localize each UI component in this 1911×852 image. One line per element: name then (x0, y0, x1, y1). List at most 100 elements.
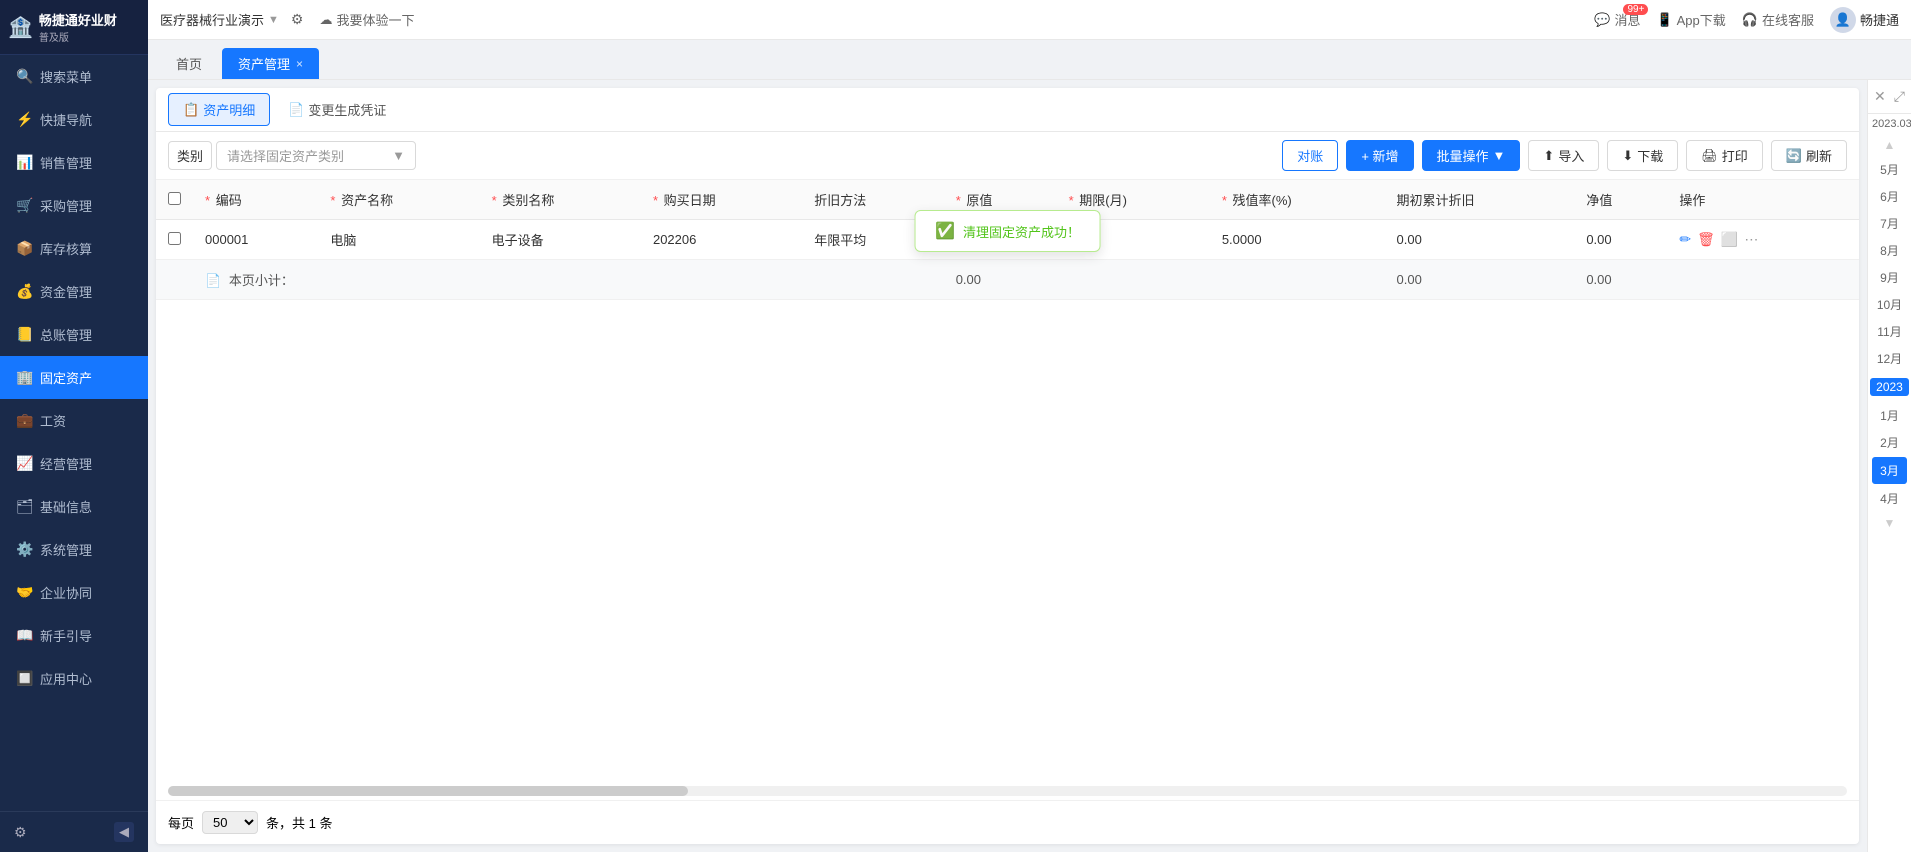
per-page-select[interactable]: 50 100 (202, 811, 258, 834)
sidebar-label-system: 系统管理 (40, 540, 92, 559)
sidebar-item-fixed-assets[interactable]: 🏢 固定资产 (0, 356, 148, 399)
sidebar-item-basic-info[interactable]: 🗂 基础信息 (0, 485, 148, 528)
tab-home[interactable]: 首页 (160, 48, 218, 79)
messages-button[interactable]: 💬 消息 99+ (1594, 10, 1640, 29)
batch-ops-label: 批量操作 (1437, 146, 1489, 165)
right-panel-month-11[interactable]: 11月 (1868, 318, 1911, 345)
right-panel-month-1[interactable]: 1月 (1868, 402, 1911, 429)
cell-accumulated: 0.00 (1385, 220, 1575, 260)
sidebar-item-inventory[interactable]: 📦 库存核算 (0, 227, 148, 270)
right-panel-month-2[interactable]: 2月 (1868, 429, 1911, 456)
col-header-name: * 资产名称 (318, 180, 479, 220)
sidebar-item-guide[interactable]: 📖 新手引导 (0, 614, 148, 657)
sidebar-collapse-button[interactable]: ◀ (114, 822, 134, 842)
sidebar-item-app-center[interactable]: 🔲 应用中心 (0, 657, 148, 700)
subtotal-net: 0.00 (1574, 260, 1667, 300)
sidebar-logo: 🏦 畅捷通好业财 普及版 (0, 0, 148, 55)
export-button[interactable]: ⬆ 导入 (1528, 140, 1599, 171)
message-icon: 💬 (1594, 12, 1610, 28)
right-panel-year-badge[interactable]: 2023 (1870, 378, 1909, 396)
per-page-label: 每页 (168, 813, 194, 832)
right-panel-month-3-current[interactable]: 3月 (1872, 457, 1907, 484)
avatar: 👤 (1830, 7, 1856, 33)
experience-button[interactable]: ☁ 我要体验一下 (319, 10, 414, 29)
sidebar-item-funds[interactable]: 💰 资金管理 (0, 270, 148, 313)
more-icon[interactable]: ⋯ (1744, 231, 1758, 248)
settings-icon[interactable]: ⚙ (14, 824, 27, 841)
success-toast: ✅ 清理固定资产成功！ (914, 210, 1101, 252)
copy-icon[interactable]: ⬜ (1721, 231, 1738, 248)
sidebar-label-inventory: 库存核算 (40, 239, 92, 258)
subtotal-label: 📄 本页小计： (193, 260, 802, 300)
scroll-track (168, 786, 1847, 796)
right-panel-month-5[interactable]: 5月 (1868, 156, 1911, 183)
cell-net-value: 0.00 (1574, 220, 1667, 260)
horizontal-scrollbar[interactable] (156, 782, 1859, 800)
sidebar-item-sales[interactable]: 📊 销售管理 (0, 141, 148, 184)
col-header-residual-rate: * 残值率(%) (1210, 180, 1385, 220)
sidebar-label-search: 搜索菜单 (40, 67, 92, 86)
select-all-checkbox[interactable] (168, 192, 181, 205)
online-service-label: 在线客服 (1762, 10, 1814, 29)
delete-icon[interactable]: 🗑 (1697, 231, 1715, 248)
sidebar-item-purchase[interactable]: 🛒 采购管理 (0, 184, 148, 227)
edit-icon[interactable]: ✏ (1679, 231, 1691, 248)
subtotal-icon: 📄 (205, 273, 221, 288)
right-panel-expand-button[interactable]: ⤢ (1894, 88, 1905, 105)
subtab-asset-detail-label: 资产明细 (203, 100, 255, 119)
online-service-button[interactable]: 🎧 在线客服 (1742, 10, 1814, 29)
sidebar-item-system[interactable]: ⚙️ 系统管理 (0, 528, 148, 571)
right-panel-month-9[interactable]: 9月 (1868, 264, 1911, 291)
subtotal-depreciation (802, 260, 943, 300)
row-select-checkbox[interactable] (168, 232, 181, 245)
batch-ops-button[interactable]: 批量操作 ▼ (1422, 140, 1521, 171)
app-download-button[interactable]: 📱 App下载 (1656, 10, 1725, 29)
export-label: 导入 (1558, 146, 1584, 165)
sidebar-item-payroll[interactable]: 💼 工资 (0, 399, 148, 442)
tab-close-icon[interactable]: × (296, 57, 303, 71)
cell-id: 000001 (193, 220, 318, 260)
new-button[interactable]: + 新增 (1346, 140, 1413, 171)
sidebar-item-operations[interactable]: 📈 经营管理 (0, 442, 148, 485)
subtab-change-voucher[interactable]: 📄 变更生成凭证 (274, 94, 400, 125)
col-header-category: * 类别名称 (480, 180, 641, 220)
tab-asset-management[interactable]: 资产管理 × (222, 48, 319, 79)
right-panel-close-button[interactable]: ✕ (1874, 88, 1886, 105)
right-panel-month-12[interactable]: 12月 (1868, 345, 1911, 372)
sidebar-item-enterprise[interactable]: 🤝 企业协同 (0, 571, 148, 614)
asset-detail-icon: 📋 (183, 102, 199, 118)
right-panel-down-arrow[interactable]: ▼ (1884, 512, 1896, 534)
reconcile-button[interactable]: 对账 (1282, 140, 1338, 171)
gear-icon[interactable]: ⚙ (291, 11, 304, 28)
logo-text: 畅捷通好业财 普及版 (39, 10, 117, 44)
cell-purchase-date: 202206 (641, 220, 802, 260)
company-selector[interactable]: 医疗器械行业演示 ▼ (160, 10, 279, 29)
right-panel-month-6[interactable]: 6月 (1868, 183, 1911, 210)
right-panel-month-7[interactable]: 7月 (1868, 210, 1911, 237)
print-button[interactable]: 🖨 打印 (1686, 140, 1763, 171)
company-name: 医疗器械行业演示 (160, 10, 264, 29)
subtab-change-voucher-label: 变更生成凭证 (308, 100, 386, 119)
success-toast-text: 清理固定资产成功！ (963, 222, 1080, 241)
sidebar-label-app-center: 应用中心 (40, 669, 92, 688)
download-button[interactable]: ⬇ 下载 (1607, 140, 1678, 171)
sidebar-item-ledger[interactable]: 📒 总账管理 (0, 313, 148, 356)
category-input[interactable]: 请选择固定资产类别 ▼ (216, 141, 416, 170)
ledger-icon: 📒 (16, 326, 32, 343)
right-panel-header: ✕ ⤢ (1868, 80, 1911, 114)
right-panel-month-10[interactable]: 10月 (1868, 291, 1911, 318)
subtab-asset-detail[interactable]: 📋 资产明细 (168, 93, 270, 126)
app-download-label: App下载 (1677, 10, 1726, 29)
sidebar-item-search[interactable]: 🔍 搜索菜单 (0, 55, 148, 98)
category-placeholder: 请选择固定资产类别 (227, 146, 344, 165)
tab-home-label: 首页 (176, 57, 202, 72)
user-profile[interactable]: 👤 畅捷通 (1830, 7, 1899, 33)
refresh-button[interactable]: 🔄 刷新 (1771, 140, 1847, 171)
right-panel-up-arrow[interactable]: ▲ (1884, 134, 1896, 156)
right-panel-month-8[interactable]: 8月 (1868, 237, 1911, 264)
scroll-thumb[interactable] (168, 786, 688, 796)
logo-icon: 🏦 (8, 15, 33, 40)
right-panel-month-4[interactable]: 4月 (1868, 485, 1911, 512)
print-icon: 🖨 (1701, 148, 1718, 164)
sidebar-item-quick-nav[interactable]: ⚡ 快捷导航 (0, 98, 148, 141)
